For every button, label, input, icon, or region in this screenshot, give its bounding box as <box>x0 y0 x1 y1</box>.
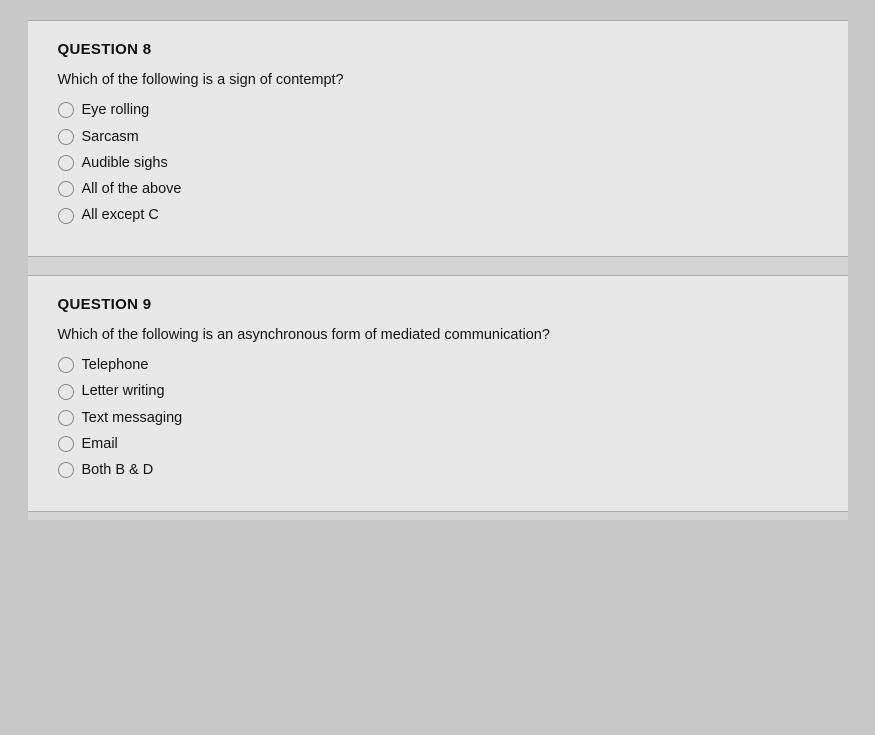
option-label: All of the above <box>82 179 182 199</box>
question-9-option-4[interactable]: Email <box>58 434 818 454</box>
page-container: QUESTION 8 Which of the following is a s… <box>28 20 848 520</box>
radio-icon <box>58 155 74 171</box>
radio-icon <box>58 102 74 118</box>
option-label: Both B & D <box>82 460 154 480</box>
radio-icon <box>58 129 74 145</box>
option-label: All except C <box>82 205 159 225</box>
option-label: Telephone <box>82 355 149 375</box>
radio-icon <box>58 208 74 224</box>
question-8-text: Which of the following is a sign of cont… <box>58 70 818 90</box>
radio-icon <box>58 410 74 426</box>
radio-icon <box>58 384 74 400</box>
question-9-number: QUESTION 9 <box>58 296 818 313</box>
question-8-option-1[interactable]: Eye rolling <box>58 100 818 120</box>
question-8-number: QUESTION 8 <box>58 41 818 58</box>
option-label: Email <box>82 434 118 454</box>
radio-icon <box>58 181 74 197</box>
question-8-option-3[interactable]: Audible sighs <box>58 153 818 173</box>
radio-icon <box>58 436 74 452</box>
question-9-block: QUESTION 9 Which of the following is an … <box>28 275 848 512</box>
option-label: Sarcasm <box>82 127 139 147</box>
question-9-option-1[interactable]: Telephone <box>58 355 818 375</box>
question-8-option-2[interactable]: Sarcasm <box>58 127 818 147</box>
option-label: Audible sighs <box>82 153 168 173</box>
option-label: Letter writing <box>82 381 165 401</box>
radio-icon <box>58 462 74 478</box>
question-8-option-4[interactable]: All of the above <box>58 179 818 199</box>
option-label: Text messaging <box>82 408 183 428</box>
question-8-block: QUESTION 8 Which of the following is a s… <box>28 20 848 257</box>
option-label: Eye rolling <box>82 100 150 120</box>
question-9-option-5[interactable]: Both B & D <box>58 460 818 480</box>
radio-icon <box>58 357 74 373</box>
question-8-option-5[interactable]: All except C <box>58 205 818 225</box>
question-9-option-3[interactable]: Text messaging <box>58 408 818 428</box>
question-9-option-2[interactable]: Letter writing <box>58 381 818 401</box>
question-9-text: Which of the following is an asynchronou… <box>58 325 818 345</box>
